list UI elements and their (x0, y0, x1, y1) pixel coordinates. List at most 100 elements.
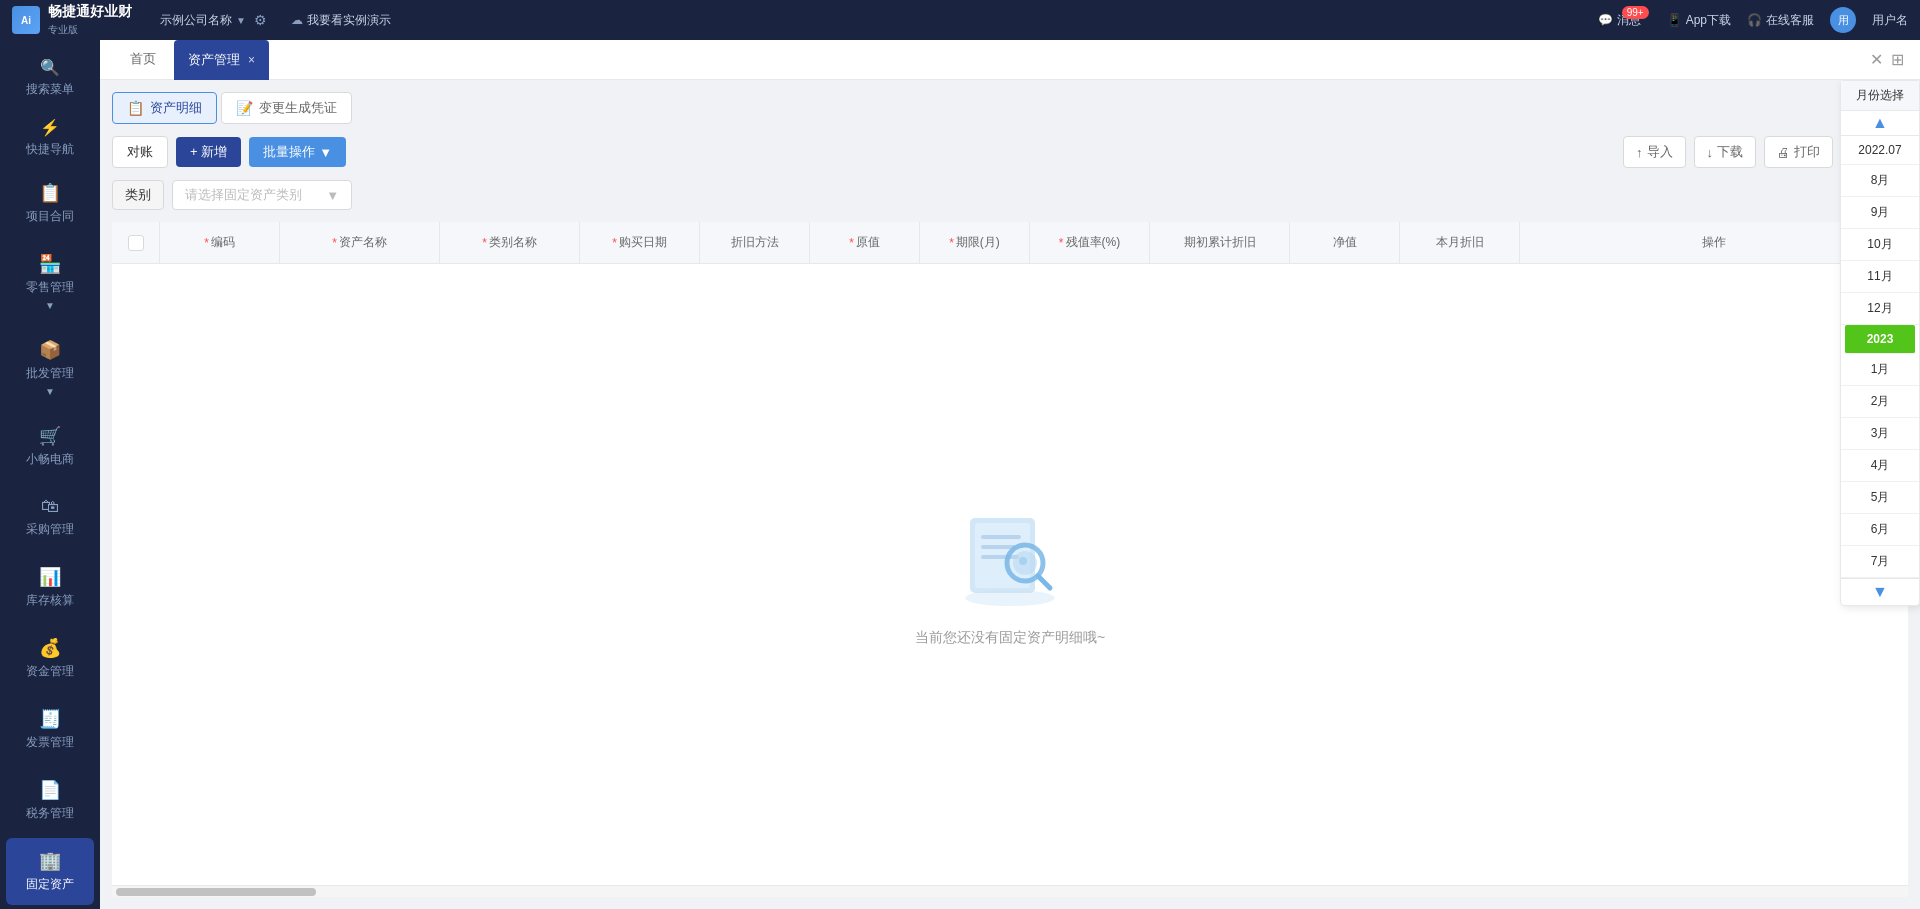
settings-button[interactable]: ⚙ (254, 12, 267, 28)
demo-link[interactable]: ☁ 我要看实例演示 (291, 12, 391, 29)
batch-chevron: ▼ (319, 145, 332, 160)
table-container: * 编码 * 资产名称 * 类别名称 * 购买日期 (112, 222, 1908, 897)
th-period: * 期限(月) (920, 222, 1030, 263)
tab-home-label: 首页 (130, 50, 156, 68)
wholesale-expand: ▼ (45, 386, 55, 397)
search-icon: 🔍 (40, 58, 60, 77)
svg-line-8 (1038, 576, 1050, 588)
sidebar-label-finance: 资金管理 (26, 663, 74, 680)
month-item-5[interactable]: 5月 (1841, 482, 1919, 514)
category-label[interactable]: 类别 (112, 180, 164, 210)
download-button[interactable]: ↓ 下载 (1694, 136, 1757, 168)
batch-ops-label: 批量操作 (263, 143, 315, 161)
batch-ops-button[interactable]: 批量操作 ▼ (249, 137, 346, 167)
invoice-icon: 🧾 (39, 708, 61, 730)
sidebar-item-tax[interactable]: 📄 税务管理 (6, 767, 94, 834)
month-2-label: 2月 (1871, 394, 1890, 408)
window-maximize-icon[interactable]: ⊞ (1891, 50, 1904, 69)
change-voucher-icon: 📝 (236, 100, 253, 116)
reconcile-button[interactable]: 对账 (112, 136, 168, 168)
sidebar-item-invoice[interactable]: 🧾 发票管理 (6, 696, 94, 763)
category-select[interactable]: 请选择固定资产类别 ▼ (172, 180, 352, 210)
company-selector[interactable]: 示例公司名称 ▼ (160, 12, 246, 29)
sidebar-label-purchase: 采购管理 (26, 521, 74, 538)
th-original: * 原值 (810, 222, 920, 263)
sidebar-item-ecommerce[interactable]: 🛒 小畅电商 (6, 413, 94, 480)
sidebar-nav[interactable]: ⚡ 快捷导航 (0, 108, 100, 168)
month-item-8[interactable]: 8月 (1841, 165, 1919, 197)
th-check (112, 222, 160, 263)
top-bar: Ai 畅捷通好业财 专业版 示例公司名称 ▼ ⚙ ☁ 我要看实例演示 💬 消息 … (0, 0, 1920, 40)
tax-icon: 📄 (39, 779, 61, 801)
import-button[interactable]: ↑ 导入 (1623, 136, 1686, 168)
month-item-2022-07[interactable]: 2022.07 (1841, 136, 1919, 165)
sidebar-item-purchase[interactable]: 🛍 采购管理 (6, 484, 94, 550)
sidebar-item-finance[interactable]: 💰 资金管理 (6, 625, 94, 692)
month-item-9[interactable]: 9月 (1841, 197, 1919, 229)
purchase-icon: 🛍 (41, 496, 59, 517)
month-item-4[interactable]: 4月 (1841, 450, 1919, 482)
scrollbar-area[interactable] (112, 885, 1908, 897)
sidebar-label-invoice: 发票管理 (26, 734, 74, 751)
month-8-label: 8月 (1871, 173, 1890, 187)
sidebar-label-wholesale: 批发管理 (26, 365, 74, 382)
month-item-11[interactable]: 11月 (1841, 261, 1919, 293)
month-item-6[interactable]: 6月 (1841, 514, 1919, 546)
window-close-icon[interactable]: ✕ (1870, 50, 1883, 69)
month-next-btn[interactable]: ▼ (1872, 583, 1888, 601)
content-area: 首页 资产管理 × ✕ ⊞ 📋 资产明细 📝 变更生 (100, 40, 1920, 909)
month-panel-title-text: 月份选择 (1856, 88, 1904, 102)
th-date: * 购买日期 (580, 222, 700, 263)
sub-tab-change-voucher[interactable]: 📝 变更生成凭证 (221, 92, 352, 124)
svg-rect-5 (981, 555, 1019, 559)
th-period-label: 期限(月) (956, 234, 1000, 251)
sidebar-item-retail[interactable]: 🏪 零售管理 ▼ (6, 241, 94, 323)
sub-tab-detail-label: 资产明细 (150, 99, 202, 117)
sidebar-item-assets[interactable]: 🏢 固定资产 (6, 838, 94, 905)
tab-close-icon[interactable]: × (248, 53, 255, 67)
month-prev-btn[interactable]: ▲ (1872, 114, 1888, 132)
th-residual: * 残值率(%) (1030, 222, 1150, 263)
month-item-12[interactable]: 12月 (1841, 293, 1919, 325)
year-2023-label: 2023 (1867, 332, 1894, 346)
sidebar-search[interactable]: 🔍 搜索菜单 (0, 48, 100, 108)
download-icon: ↓ (1707, 145, 1714, 160)
category-filter: 类别 请选择固定资产类别 ▼ (112, 180, 1908, 210)
sidebar-item-wholesale[interactable]: 📦 批发管理 ▼ (6, 327, 94, 409)
message-button[interactable]: 💬 消息 99+ (1598, 12, 1641, 29)
month-item-1[interactable]: 1月 (1841, 354, 1919, 386)
scroll-thumb[interactable] (116, 888, 316, 896)
company-chevron: ▼ (236, 15, 246, 26)
page-content: 📋 资产明细 📝 变更生成凭证 对账 + 新增 批量操作 ▼ ↑ (100, 80, 1920, 909)
sidebar-label-ecommerce: 小畅电商 (26, 451, 74, 468)
sidebar-item-inventory[interactable]: 📊 库存核算 (6, 554, 94, 621)
empty-text: 当前您还没有固定资产明细哦~ (915, 629, 1105, 647)
customer-service-button[interactable]: 🎧 在线客服 (1747, 12, 1814, 29)
sub-tabs: 📋 资产明细 📝 变更生成凭证 (112, 92, 1908, 124)
demo-text: 我要看实例演示 (307, 12, 391, 29)
month-item-7[interactable]: 7月 (1841, 546, 1919, 578)
sidebar-label-retail: 零售管理 (26, 279, 74, 296)
sidebar-item-project[interactable]: 📋 项目合同 (6, 170, 94, 237)
tab-home[interactable]: 首页 (116, 40, 170, 80)
month-2022-07-label: 2022.07 (1858, 143, 1901, 157)
app-download-button[interactable]: 📱 App下载 (1667, 12, 1731, 29)
add-button[interactable]: + 新增 (176, 137, 241, 167)
category-label-text: 类别 (125, 186, 151, 204)
month-4-label: 4月 (1871, 458, 1890, 472)
month-7-label: 7月 (1871, 554, 1890, 568)
month-item-2[interactable]: 2月 (1841, 386, 1919, 418)
select-all-checkbox[interactable] (128, 235, 144, 251)
th-code: * 编码 (160, 222, 280, 263)
user-avatar[interactable]: 用 (1830, 7, 1856, 33)
th-monthly-label: 本月折旧 (1436, 234, 1484, 251)
table-header: * 编码 * 资产名称 * 类别名称 * 购买日期 (112, 222, 1908, 264)
month-item-10[interactable]: 10月 (1841, 229, 1919, 261)
th-original-label: 原值 (856, 234, 880, 251)
print-button[interactable]: 🖨 打印 (1764, 136, 1833, 168)
retail-icon: 🏪 (39, 253, 61, 275)
month-item-3[interactable]: 3月 (1841, 418, 1919, 450)
sub-tab-asset-detail[interactable]: 📋 资产明细 (112, 92, 217, 124)
import-icon: ↑ (1636, 145, 1643, 160)
tab-asset-mgmt[interactable]: 资产管理 × (174, 40, 269, 80)
